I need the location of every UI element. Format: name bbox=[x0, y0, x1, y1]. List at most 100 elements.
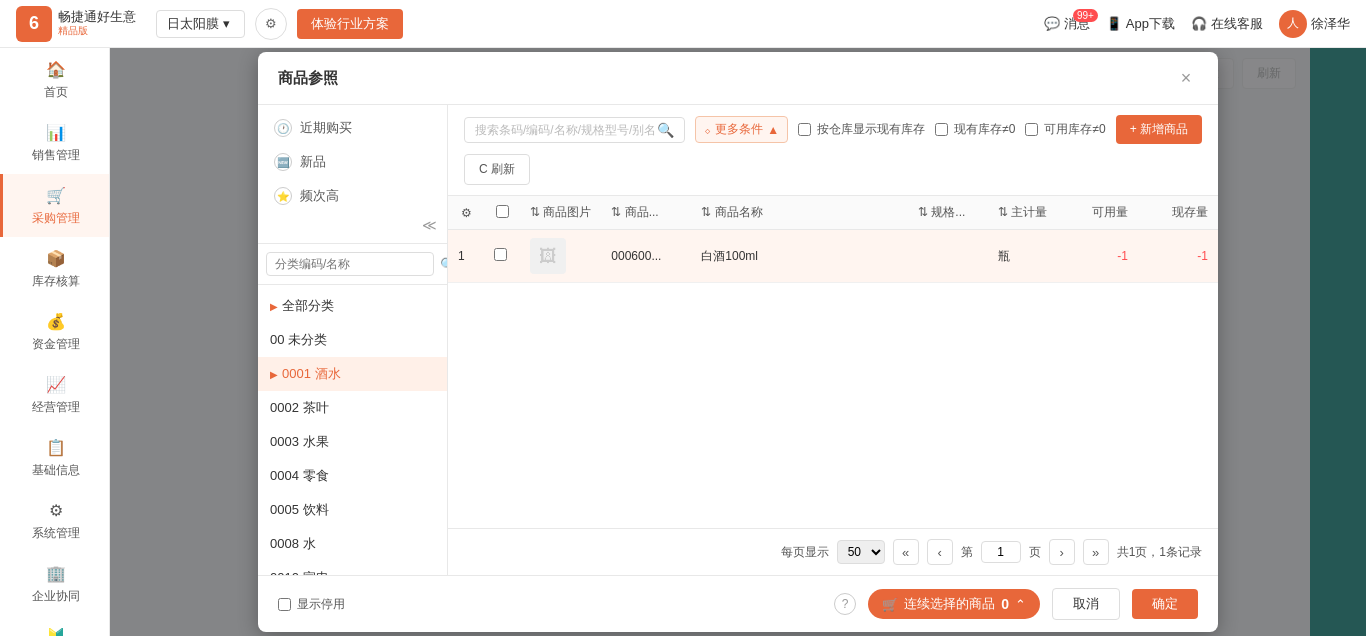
confirm-btn[interactable]: 确定 bbox=[1132, 589, 1198, 619]
collapse-arrow-icon[interactable]: ⌃ bbox=[1015, 597, 1026, 612]
user-menu[interactable]: 人 徐泽华 bbox=[1279, 10, 1350, 38]
category-item-0001[interactable]: ▶0001 酒水 bbox=[258, 357, 447, 391]
logo-text: 畅捷通好生意 bbox=[58, 9, 136, 25]
tab-label-new: 新品 bbox=[300, 153, 326, 171]
sidebar-item-sales[interactable]: 📊销售管理 bbox=[0, 111, 109, 174]
show-disabled-label[interactable]: 显示停用 bbox=[278, 596, 345, 613]
sidebar-item-basic[interactable]: 📋基础信息 bbox=[0, 426, 109, 489]
category-item-00[interactable]: 00 未分类 bbox=[258, 323, 447, 357]
sidebar-item-home[interactable]: 🏠首页 bbox=[0, 48, 109, 111]
category-search-input[interactable] bbox=[266, 252, 434, 276]
pagination-bar: 每页显示 50 « ‹ 第 页 › » 共1页，1条记录 bbox=[448, 528, 1218, 575]
cart-count: 0 bbox=[1001, 596, 1009, 612]
category-item-0008[interactable]: 0008 水 bbox=[258, 527, 447, 561]
sidebar-item-operation[interactable]: 📈经营管理 bbox=[0, 363, 109, 426]
select-all-checkbox[interactable] bbox=[496, 205, 509, 218]
notification-btn[interactable]: 💬 消息 99+ bbox=[1044, 15, 1090, 33]
th-img-sort-icon[interactable]: ⇅ bbox=[530, 205, 540, 219]
available-label: 可用库存≠0 bbox=[1044, 121, 1105, 138]
show-disabled-checkbox[interactable] bbox=[278, 598, 291, 611]
sidebar-icon-finance: 💰 bbox=[45, 310, 67, 332]
category-search-icon[interactable]: 🔍 bbox=[440, 257, 448, 272]
cart-btn[interactable]: 🛒 连续选择的商品 0 ⌃ bbox=[868, 589, 1040, 619]
sidebar-icon-home: 🏠 bbox=[45, 58, 67, 80]
header-row: ⚙ ⇅ 商品图片 bbox=[448, 196, 1218, 230]
sidebar-item-guide[interactable]: 🔰新手引导 bbox=[0, 615, 109, 636]
category-collapse-btn[interactable]: ≪ bbox=[419, 215, 439, 235]
app-download-btn[interactable]: 📱 App下载 bbox=[1106, 15, 1175, 33]
product-search-input[interactable] bbox=[475, 123, 657, 137]
tab-icon-recent: 🕐 bbox=[274, 119, 292, 137]
warehouse-label: 按仓库显示现有库存 bbox=[817, 121, 925, 138]
modal-overlay: 商品参照 × 🕐近期购买 🆕新品 ⭐频次高 ≪ 🔍 bbox=[110, 48, 1366, 636]
stock-checkbox[interactable] bbox=[935, 123, 948, 136]
next-page-btn[interactable]: › bbox=[1049, 539, 1075, 565]
navbar-right: 💬 消息 99+ 📱 App下载 🎧 在线客服 人 徐泽华 bbox=[1044, 10, 1350, 38]
sidebar-label-system: 系统管理 bbox=[32, 525, 80, 542]
cell-checkbox[interactable] bbox=[484, 230, 520, 283]
app-download-label: App下载 bbox=[1126, 15, 1175, 33]
sidebar: 🏠首页📊销售管理🛒采购管理📦库存核算 💰 资金管理 📈经营管理📋基础信息⚙系统管理🏢企… bbox=[0, 48, 110, 636]
online-service-btn[interactable]: 🎧 在线客服 bbox=[1191, 15, 1263, 33]
checkbox-stock[interactable]: 现有库存≠0 bbox=[935, 121, 1015, 138]
cell-spec bbox=[908, 230, 988, 283]
warehouse-checkbox[interactable] bbox=[798, 123, 811, 136]
category-tab-new[interactable]: 🆕新品 bbox=[266, 147, 439, 177]
tab-icon-frequent: ⭐ bbox=[274, 187, 292, 205]
add-product-btn[interactable]: + 新增商品 bbox=[1116, 115, 1202, 144]
product-reference-modal: 商品参照 × 🕐近期购买 🆕新品 ⭐频次高 ≪ 🔍 bbox=[258, 52, 1218, 632]
last-page-btn[interactable]: » bbox=[1083, 539, 1109, 565]
checkbox-warehouse[interactable]: 按仓库显示现有库存 bbox=[798, 121, 925, 138]
sidebar-label-finance: 资金管理 bbox=[32, 336, 80, 353]
category-tab-frequent[interactable]: ⭐频次高 bbox=[266, 181, 439, 211]
category-item-0010[interactable]: 0010 家电 bbox=[258, 561, 447, 575]
store-selector[interactable]: 日太阳膜 ▾ bbox=[156, 10, 245, 38]
sidebar-item-inventory[interactable]: 📦库存核算 bbox=[0, 237, 109, 300]
app-logo: 6 畅捷通好生意 精品版 bbox=[16, 6, 136, 42]
category-item-all[interactable]: ▶全部分类 bbox=[258, 289, 447, 323]
category-item-0005[interactable]: 0005 饮料 bbox=[258, 493, 447, 527]
th-name-sort-icon[interactable]: ⇅ bbox=[701, 205, 711, 219]
total-info: 共1页，1条记录 bbox=[1117, 544, 1202, 561]
th-spec-sort-icon[interactable]: ⇅ bbox=[918, 205, 928, 219]
th-code: ⇅ 商品... bbox=[601, 196, 691, 230]
checkbox-available[interactable]: 可用库存≠0 bbox=[1025, 121, 1105, 138]
cell-name: 白酒100ml bbox=[691, 230, 908, 283]
table-row[interactable]: 1 🖼 000600... 白酒100ml 瓶 -1 -1 bbox=[448, 230, 1218, 283]
modal-body: 🕐近期购买 🆕新品 ⭐频次高 ≪ 🔍 ▶全部分类 00 未分类 ▶0001 酒水0002 … bbox=[258, 105, 1218, 575]
avatar: 人 bbox=[1279, 10, 1307, 38]
category-active-arrow: ▶ bbox=[270, 369, 278, 380]
help-icon[interactable]: ? bbox=[834, 593, 856, 615]
sidebar-item-enterprise[interactable]: 🏢企业协同 bbox=[0, 552, 109, 615]
cancel-btn[interactable]: 取消 bbox=[1052, 588, 1120, 620]
prev-page-btn[interactable]: ‹ bbox=[927, 539, 953, 565]
available-checkbox[interactable] bbox=[1025, 123, 1038, 136]
first-page-btn[interactable]: « bbox=[893, 539, 919, 565]
search-icon[interactable]: 🔍 bbox=[657, 122, 674, 138]
category-item-label: 00 未分类 bbox=[270, 331, 327, 349]
cell-code: 000600... bbox=[601, 230, 691, 283]
cart-icon: 🛒 bbox=[882, 597, 898, 612]
trial-btn[interactable]: 体验行业方案 bbox=[297, 9, 403, 39]
sidebar-item-finance[interactable]: 💰 资金管理 bbox=[0, 300, 109, 363]
sidebar-label-operation: 经营管理 bbox=[32, 399, 80, 416]
settings-gear-btn[interactable]: ⚙ bbox=[255, 8, 287, 40]
row-checkbox[interactable] bbox=[494, 248, 507, 261]
category-item-0004[interactable]: 0004 零食 bbox=[258, 459, 447, 493]
modal-close-btn[interactable]: × bbox=[1174, 66, 1198, 90]
modal-title: 商品参照 bbox=[278, 69, 338, 88]
sidebar-item-purchase[interactable]: 🛒采购管理 bbox=[0, 174, 109, 237]
filter-btn[interactable]: ⬦ 更多条件 ▲ bbox=[695, 116, 788, 143]
sidebar-item-system[interactable]: ⚙系统管理 bbox=[0, 489, 109, 552]
category-tab-recent[interactable]: 🕐近期购买 bbox=[266, 113, 439, 143]
th-stock: 现存量 bbox=[1138, 196, 1218, 230]
product-search-box: 🔍 bbox=[464, 117, 685, 143]
category-item-0003[interactable]: 0003 水果 bbox=[258, 425, 447, 459]
category-item-0002[interactable]: 0002 茶叶 bbox=[258, 391, 447, 425]
refresh-btn[interactable]: C 刷新 bbox=[464, 154, 530, 185]
page-number-input[interactable] bbox=[981, 541, 1021, 563]
th-settings[interactable]: ⚙ bbox=[448, 196, 484, 230]
th-unit-sort-icon[interactable]: ⇅ bbox=[998, 205, 1008, 219]
th-code-sort-icon[interactable]: ⇅ bbox=[611, 205, 621, 219]
per-page-select[interactable]: 50 bbox=[837, 540, 885, 564]
